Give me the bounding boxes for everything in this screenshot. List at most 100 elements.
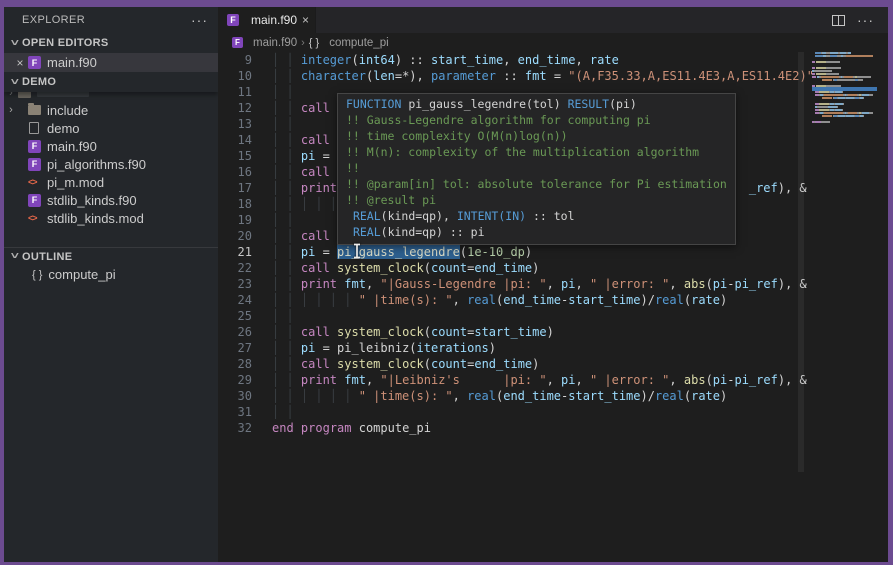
tree-item-include[interactable]: ›include bbox=[4, 101, 218, 119]
split-editor-icon[interactable] bbox=[832, 15, 845, 26]
open-editors-section-header[interactable]: ˅ OPEN EDITORS bbox=[4, 33, 218, 53]
code-text: │ │ │ │ │ │ " |time(s): ", real(end_time… bbox=[272, 292, 727, 308]
hover-row: !! @param[in] tol: absolute tolerance fo… bbox=[346, 176, 727, 192]
line-number: 14 bbox=[218, 132, 272, 148]
code-line-9[interactable]: 9│ │ integer(int64) :: start_time, end_t… bbox=[218, 52, 888, 68]
chevron-down-icon: ˅ bbox=[5, 251, 25, 262]
vscode-window: EXPLORER ··· ˅ OPEN EDITORS ×Fmain.f90 ˅… bbox=[0, 0, 893, 565]
code-line-32[interactable]: 32end program compute_pi bbox=[218, 420, 888, 436]
code-text: │ │ │ │ │ bbox=[272, 196, 337, 212]
namespace-icon: { } bbox=[309, 37, 319, 49]
line-number: 21 bbox=[218, 244, 272, 260]
code-line-27[interactable]: 27│ │ pi = pi_leibniz(iterations) bbox=[218, 340, 888, 356]
code-line-31[interactable]: 31│ │ bbox=[218, 404, 888, 420]
breadcrumb-separator-icon: › bbox=[301, 37, 305, 49]
code-text: │ │ print fmt, "|Leibniz's |pi: ", pi, "… bbox=[272, 372, 807, 388]
explorer-header: EXPLORER ··· bbox=[4, 7, 218, 33]
line-number: 30 bbox=[218, 388, 272, 404]
tree-item-clipped[interactable]: › bbox=[4, 92, 218, 101]
fortran-file-icon: F bbox=[28, 56, 41, 69]
breadcrumb-file[interactable]: main.f90 bbox=[253, 37, 297, 49]
code-line-22[interactable]: 22│ │ call system_clock(count=end_time) bbox=[218, 260, 888, 276]
code-text: │ │ call bbox=[272, 132, 337, 148]
hover-row: !! M(n): complexity of the multiplicatio… bbox=[346, 144, 727, 160]
hover-row: FUNCTION pi_gauss_legendre(tol) RESULT(p… bbox=[346, 96, 727, 112]
code-line-21[interactable]: 21│ │ pi = pi_gauss_legendre(1e-10_dp) bbox=[218, 244, 888, 260]
line-number: 24 bbox=[218, 292, 272, 308]
hover-row: REAL(kind=qp) :: pi bbox=[346, 224, 727, 240]
folder-icon bbox=[28, 105, 41, 115]
folder-section-header[interactable]: ˅ DEMO bbox=[4, 72, 218, 92]
outline-item-label: compute_pi bbox=[48, 267, 115, 282]
hover-row: !! bbox=[346, 160, 727, 176]
code-text: │ │ bbox=[272, 116, 294, 132]
tab-main-f90[interactable]: F main.f90 × bbox=[218, 7, 316, 33]
line-number: 9 bbox=[218, 52, 272, 68]
code-text: │ │ print fmt, "|Gauss-Legendre |pi: ", … bbox=[272, 276, 807, 292]
code-line-24[interactable]: 24│ │ │ │ │ │ " |time(s): ", real(end_ti… bbox=[218, 292, 888, 308]
explorer-title: EXPLORER bbox=[22, 14, 85, 26]
tree-item-label: pi_algorithms.f90 bbox=[47, 157, 146, 172]
chevron-down-icon: ˅ bbox=[5, 77, 25, 88]
outline-section-label: OUTLINE bbox=[22, 251, 72, 263]
code-line-23[interactable]: 23│ │ print fmt, "|Gauss-Legendre |pi: "… bbox=[218, 276, 888, 292]
close-icon[interactable]: × bbox=[12, 56, 28, 70]
tree-item-stdlib-kinds-f90[interactable]: Fstdlib_kinds.f90 bbox=[4, 191, 218, 209]
code-text: │ │ pi = bbox=[272, 148, 337, 164]
line-number: 17 bbox=[218, 180, 272, 196]
code-line-29[interactable]: 29│ │ print fmt, "|Leibniz's |pi: ", pi,… bbox=[218, 372, 888, 388]
tab-bar: F main.f90 × ··· bbox=[218, 7, 888, 33]
line-number: 10 bbox=[218, 68, 272, 84]
scrollbar[interactable] bbox=[798, 52, 804, 472]
code-text: │ │ call system_clock(count=start_time) bbox=[272, 324, 554, 340]
code-line-26[interactable]: 26│ │ call system_clock(count=start_time… bbox=[218, 324, 888, 340]
hover-row: !! time complexity O(M(n)log(n)) bbox=[346, 128, 727, 144]
breadcrumb-symbol[interactable]: compute_pi bbox=[329, 37, 388, 49]
file-icon bbox=[29, 122, 39, 134]
fortran-file-icon: F bbox=[28, 194, 41, 207]
line-number: 28 bbox=[218, 356, 272, 372]
code-text: │ │ call bbox=[272, 100, 337, 116]
module-file-icon: <> bbox=[28, 213, 41, 223]
tree-item-pi-algorithms-f90[interactable]: Fpi_algorithms.f90 bbox=[4, 155, 218, 173]
tree-item-main-f90[interactable]: Fmain.f90 bbox=[4, 137, 218, 155]
line-number: 32 bbox=[218, 420, 272, 436]
line-number: 27 bbox=[218, 340, 272, 356]
code-text: │ │ integer(int64) :: start_time, end_ti… bbox=[272, 52, 619, 68]
outline-item-compute_pi[interactable]: { } compute_pi bbox=[4, 265, 218, 284]
tree-item-label: stdlib_kinds.f90 bbox=[47, 193, 137, 208]
code-text: │ │ bbox=[272, 404, 294, 420]
code-text: │ │ call bbox=[272, 164, 337, 180]
line-number: 19 bbox=[218, 212, 272, 228]
chevron-right-icon: › bbox=[4, 104, 18, 116]
editor-more-actions-icon[interactable]: ··· bbox=[857, 12, 874, 28]
tree-item-pi-m-mod[interactable]: <>pi_m.mod bbox=[4, 173, 218, 191]
line-number: 23 bbox=[218, 276, 272, 292]
line-number: 18 bbox=[218, 196, 272, 212]
code-text: │ │ bbox=[272, 308, 294, 324]
editor-group: F main.f90 × ··· F main.f90 › { } comput… bbox=[218, 7, 888, 562]
mouse-cursor-ibeam-icon bbox=[352, 243, 362, 260]
explorer-sidebar: EXPLORER ··· ˅ OPEN EDITORS ×Fmain.f90 ˅… bbox=[4, 7, 218, 562]
line-number: 13 bbox=[218, 116, 272, 132]
tree-item-label: main.f90 bbox=[47, 139, 97, 154]
code-line-28[interactable]: 28│ │ call system_clock(count=end_time) bbox=[218, 356, 888, 372]
open-editor-item[interactable]: ×Fmain.f90 bbox=[4, 53, 218, 72]
tree-item-demo[interactable]: demo bbox=[4, 119, 218, 137]
fortran-file-icon: F bbox=[28, 158, 41, 171]
tab-label: main.f90 bbox=[251, 13, 297, 27]
code-text: │ │ bbox=[272, 212, 294, 228]
tab-close-icon[interactable]: × bbox=[302, 13, 309, 27]
explorer-more-actions-icon[interactable]: ··· bbox=[191, 12, 208, 28]
line-number: 20 bbox=[218, 228, 272, 244]
code-text: │ │ call system_clock(count=end_time) bbox=[272, 260, 539, 276]
namespace-icon: { } bbox=[32, 269, 42, 281]
code-editor[interactable]: 9│ │ integer(int64) :: start_time, end_t… bbox=[218, 52, 888, 562]
fortran-file-icon: F bbox=[28, 140, 41, 153]
code-line-10[interactable]: 10│ │ character(len=*), parameter :: fmt… bbox=[218, 68, 888, 84]
minimap[interactable] bbox=[812, 52, 877, 562]
code-line-30[interactable]: 30│ │ │ │ │ │ " |time(s): ", real(end_ti… bbox=[218, 388, 888, 404]
tree-item-stdlib-kinds-mod[interactable]: <>stdlib_kinds.mod bbox=[4, 209, 218, 227]
code-line-25[interactable]: 25│ │ bbox=[218, 308, 888, 324]
outline-section-header[interactable]: ˅ OUTLINE bbox=[4, 247, 218, 265]
